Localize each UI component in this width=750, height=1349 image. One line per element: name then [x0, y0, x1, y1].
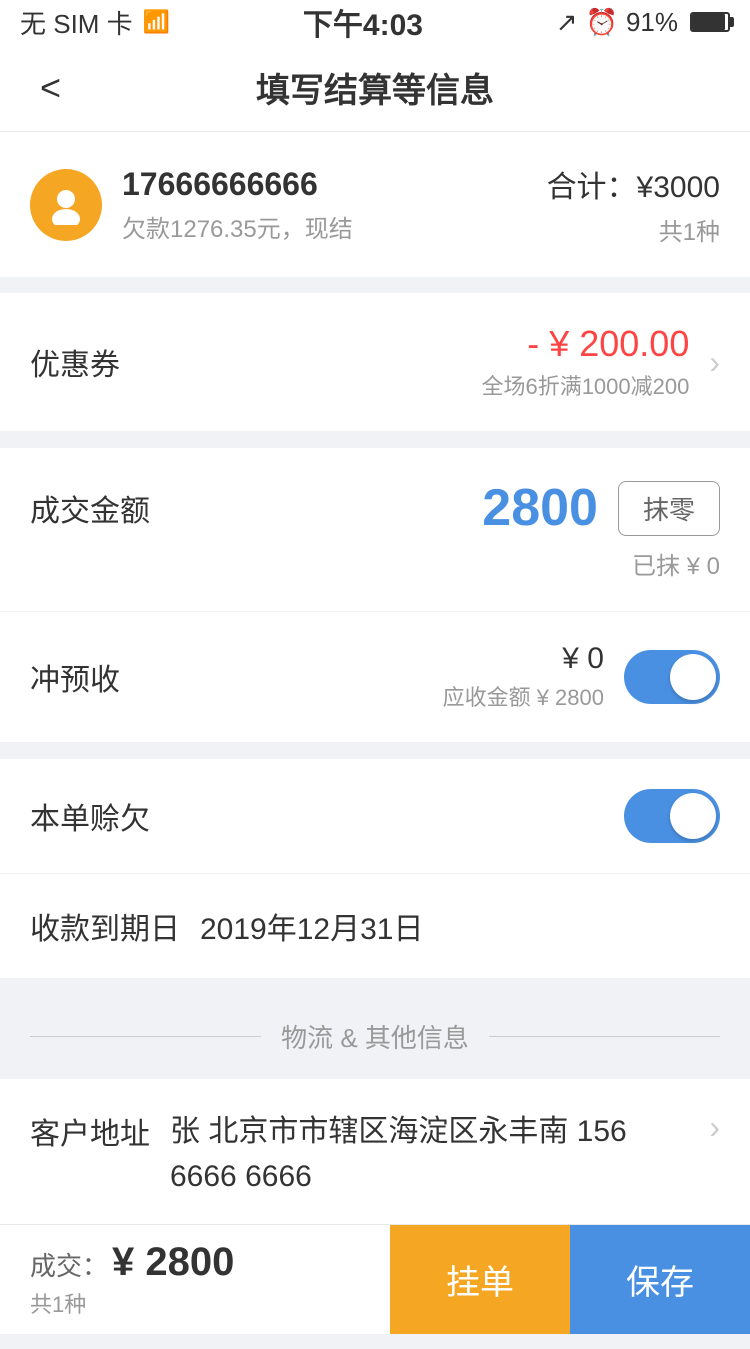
customer-info: 17666666666 欠款1276.35元，现结 — [122, 166, 353, 244]
prepay-label: 冲预收 — [30, 655, 120, 699]
logistics-line-left — [30, 1036, 261, 1037]
address-chevron-icon: › — [709, 1109, 720, 1146]
bottom-bar: 成交： ¥ 2800 共1种 挂单 保存 — [0, 1224, 750, 1334]
prepay-section: 冲预收 ¥ 0 应收金额 ¥ 2800 — [0, 612, 750, 743]
total-amount: 合计：¥3000 — [547, 162, 720, 206]
back-button[interactable]: < — [30, 57, 71, 119]
debt-label: 本单赊欠 — [30, 794, 150, 838]
amount-right: 2800 抹零 — [482, 478, 720, 538]
coupon-amount: - ¥ 200.00 — [481, 323, 689, 365]
prepay-sub: 应收金额 ¥ 2800 — [443, 680, 604, 712]
address-label: 客户地址 — [30, 1109, 150, 1153]
section-divider-3 — [0, 978, 750, 994]
address-value: 张 北京市市辖区海淀区永丰南 156 6666 6666 — [170, 1109, 693, 1199]
bottom-price: ¥ 2800 — [112, 1240, 234, 1285]
prepay-row: 冲预收 ¥ 0 应收金额 ¥ 2800 — [30, 642, 720, 712]
carrier-text: 无 SIM 卡 — [20, 4, 133, 41]
alarm-icon: ⏰ — [586, 7, 618, 38]
battery-icon — [690, 12, 730, 32]
prepay-right: ¥ 0 应收金额 ¥ 2800 — [443, 642, 720, 712]
logistics-header: 物流 & 其他信息 — [0, 994, 750, 1079]
round-button[interactable]: 抹零 — [618, 481, 720, 536]
nav-bar: < 填写结算等信息 — [0, 44, 750, 132]
page-title: 填写结算等信息 — [256, 63, 494, 112]
bottom-info: 成交： ¥ 2800 共1种 — [0, 1240, 390, 1319]
due-date-label: 收款到期日 — [30, 904, 180, 948]
amount-value: 2800 — [482, 478, 598, 538]
pending-button[interactable]: 挂单 — [390, 1225, 570, 1334]
status-time: 下午4:03 — [303, 0, 423, 44]
due-date-value: 2019年12月31日 — [200, 904, 423, 948]
total-count: 共1种 — [547, 212, 720, 247]
amount-row: 成交金额 2800 抹零 — [30, 478, 720, 538]
coupon-row[interactable]: 优惠券 - ¥ 200.00 全场6折满1000减200 › — [0, 293, 750, 432]
debt-section: 本单赊欠 — [0, 759, 750, 873]
battery-percent: 91% — [626, 7, 678, 38]
address-section[interactable]: 客户地址 张 北京市市辖区海淀区永丰南 156 6666 6666 › — [0, 1079, 750, 1229]
coupon-right: - ¥ 200.00 全场6折满1000减200 › — [481, 323, 720, 401]
main-content: 17666666666 欠款1276.35元，现结 合计：¥3000 共1种 优… — [0, 132, 750, 1349]
due-date-section: 收款到期日 2019年12月31日 — [0, 873, 750, 978]
customer-left: 17666666666 欠款1276.35元，现结 — [30, 166, 353, 244]
prepay-amount: ¥ 0 — [443, 642, 604, 676]
logistics-label: 物流 & 其他信息 — [281, 1018, 469, 1055]
toggle-knob — [670, 654, 716, 700]
amount-section: 成交金额 2800 抹零 已抹 ¥ 0 — [0, 448, 750, 612]
location-icon: ↗ — [556, 7, 578, 38]
customer-phone: 17666666666 — [122, 166, 353, 203]
save-button[interactable]: 保存 — [570, 1225, 750, 1334]
avatar — [30, 169, 102, 241]
status-bar: 无 SIM 卡 📶 下午4:03 ↗ ⏰ 91% — [0, 0, 750, 44]
prepay-toggle[interactable] — [624, 650, 720, 704]
chevron-right-icon: › — [709, 344, 720, 381]
debt-toggle-knob — [670, 793, 716, 839]
customer-right: 合计：¥3000 共1种 — [547, 162, 720, 247]
bottom-deal-row: 成交： ¥ 2800 — [30, 1240, 360, 1285]
customer-sub: 欠款1276.35元，现结 — [122, 209, 353, 244]
logistics-line-right — [489, 1036, 720, 1037]
section-divider-1 — [0, 432, 750, 448]
customer-card: 17666666666 欠款1276.35元，现结 合计：¥3000 共1种 — [0, 132, 750, 277]
debt-toggle[interactable] — [624, 789, 720, 843]
coupon-info: - ¥ 200.00 全场6折满1000减200 — [481, 323, 689, 401]
section-divider-2 — [0, 743, 750, 759]
coupon-label: 优惠券 — [30, 340, 120, 384]
amount-sub: 已抹 ¥ 0 — [30, 546, 720, 581]
amount-label: 成交金额 — [30, 486, 150, 530]
prepay-amount-group: ¥ 0 应收金额 ¥ 2800 — [443, 642, 604, 712]
bottom-deal-label: 成交： — [30, 1246, 108, 1283]
status-right: ↗ ⏰ 91% — [556, 7, 730, 38]
wifi-icon: 📶 — [143, 9, 170, 35]
bottom-count: 共1种 — [30, 1287, 360, 1319]
status-left: 无 SIM 卡 📶 — [20, 4, 170, 41]
coupon-detail: 全场6折满1000减200 — [481, 369, 689, 401]
